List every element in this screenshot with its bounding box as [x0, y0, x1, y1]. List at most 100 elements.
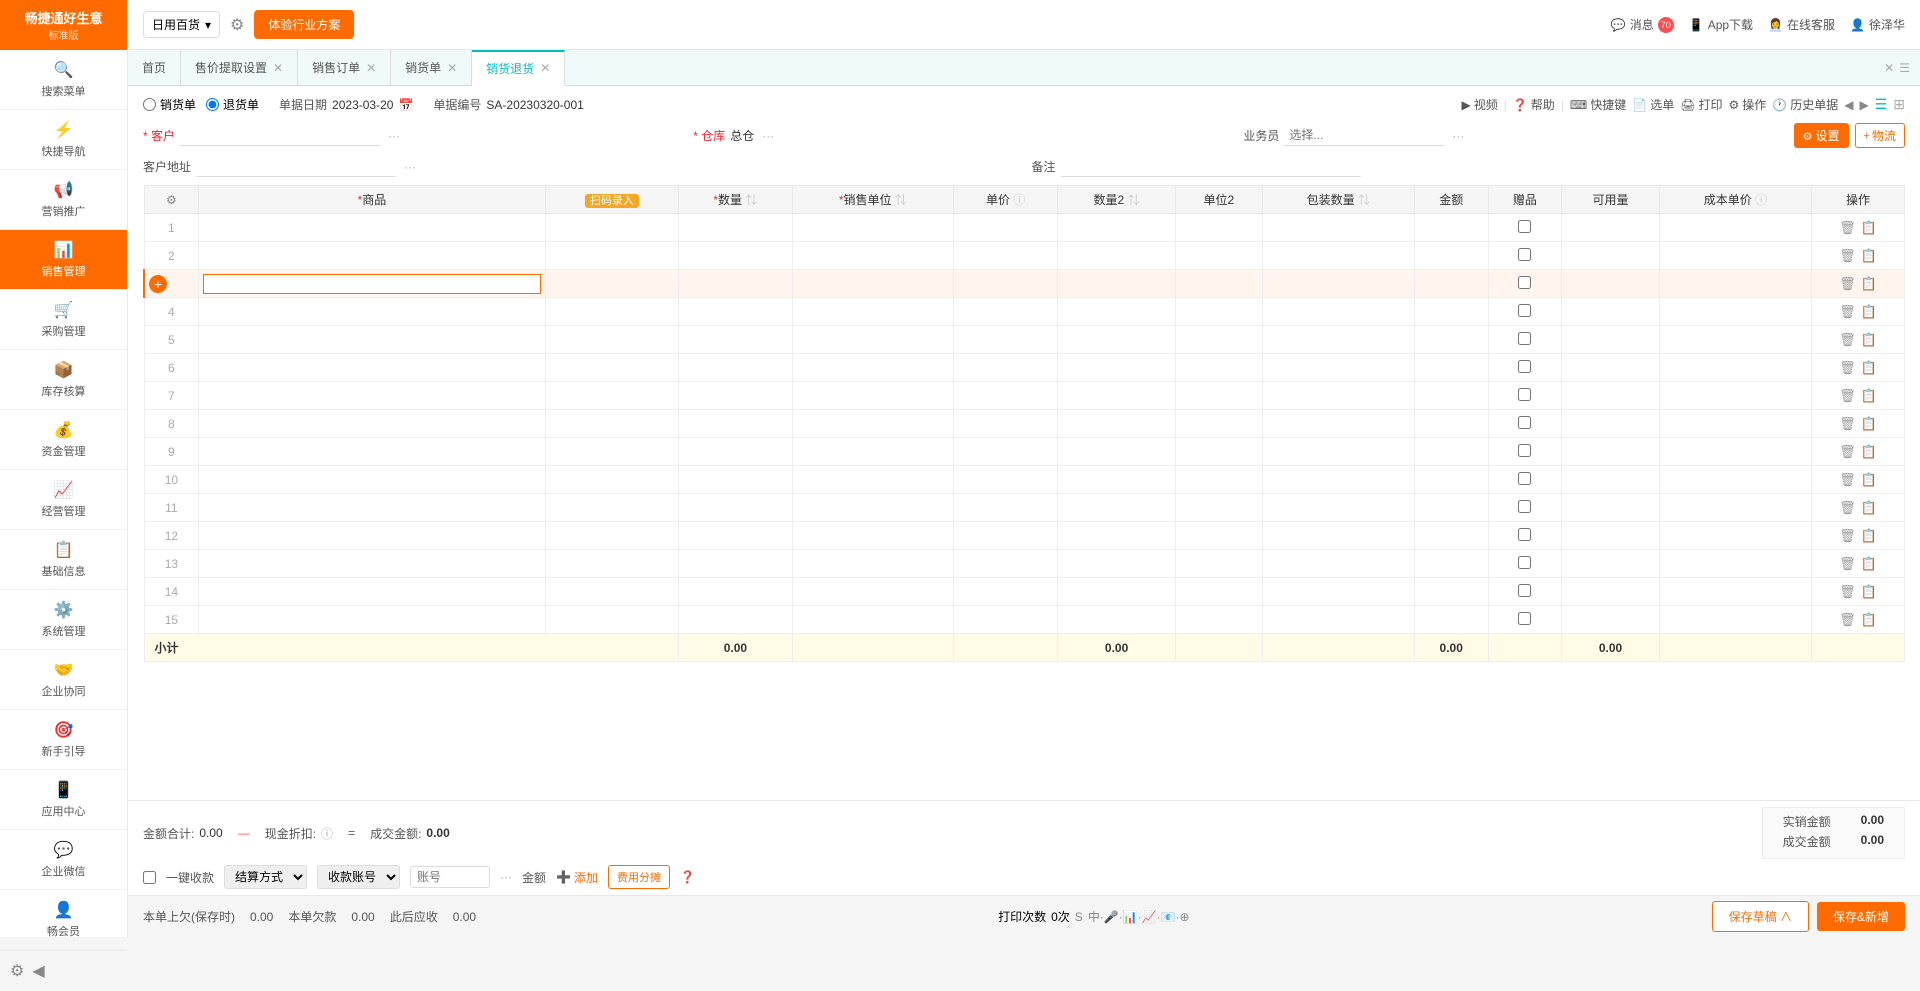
qty-cell-active[interactable] — [679, 270, 793, 298]
sidebar-item-search[interactable]: 🔍 搜索菜单 — [0, 50, 127, 110]
delete-icon[interactable]: 🗑 — [1839, 416, 1856, 432]
copy-icon[interactable]: 📋 — [1861, 472, 1877, 488]
sales-out-radio-input[interactable] — [143, 98, 156, 111]
copy-icon[interactable]: 📋 — [1861, 612, 1877, 628]
product-cell[interactable] — [199, 606, 545, 634]
delete-icon[interactable]: 🗑 — [1839, 472, 1856, 488]
dots-icon[interactable]: ··· — [500, 870, 512, 884]
sidebar-item-shortcut[interactable]: ⚡ 快捷导航 — [0, 110, 127, 170]
tab-sales-out-close[interactable]: ✕ — [447, 61, 457, 75]
product-cell[interactable] — [199, 466, 545, 494]
delete-icon[interactable]: 🗑 — [1839, 304, 1856, 320]
sort-icon-unit[interactable]: ⇅ — [895, 193, 907, 207]
copy-icon[interactable]: 📋 — [1861, 248, 1877, 264]
experience-btn[interactable]: 体验行业方案 — [254, 10, 354, 39]
qty-cell[interactable] — [679, 242, 793, 270]
gift-checkbox[interactable] — [1518, 388, 1531, 401]
unit2-cell[interactable] — [1175, 242, 1262, 270]
sidebar-item-purchase[interactable]: 🛒 采购管理 — [0, 290, 127, 350]
user-item[interactable]: 👤 徐泽华 — [1850, 16, 1905, 33]
available-cell[interactable] — [1562, 242, 1660, 270]
sidebar-item-enterprise[interactable]: 🤝 企业协同 — [0, 650, 127, 710]
copy-icon[interactable]: 📋 — [1861, 556, 1877, 572]
cost-cell-active[interactable] — [1659, 270, 1811, 298]
warehouse-dots[interactable]: ··· — [762, 129, 774, 143]
qty2-cell[interactable] — [1058, 242, 1176, 270]
staff-input[interactable] — [1284, 125, 1444, 146]
product-input-active[interactable] — [203, 274, 540, 294]
toolbar-help[interactable]: ❓ 帮助 — [1513, 96, 1555, 113]
delete-icon[interactable]: 🗑 — [1839, 332, 1856, 348]
sidebar-item-finance[interactable]: 💰 资金管理 — [0, 410, 127, 470]
product-cell[interactable] — [199, 522, 545, 550]
pkgqty-cell-active[interactable] — [1262, 270, 1414, 298]
price-cell[interactable] — [954, 214, 1058, 242]
gift-checkbox[interactable] — [1518, 528, 1531, 541]
address-input[interactable] — [196, 156, 396, 177]
product-cell[interactable] — [199, 326, 545, 354]
sidebar-item-system[interactable]: ⚙️ 系统管理 — [0, 590, 127, 650]
toolbar-operation[interactable]: ⚙ 操作 — [1728, 96, 1766, 113]
add-row-button[interactable]: + — [149, 275, 167, 293]
gift-checkbox[interactable] — [1518, 556, 1531, 569]
delete-icon[interactable]: 🗑 — [1839, 360, 1856, 376]
delete-icon[interactable]: 🗑 — [1839, 500, 1856, 516]
account-select[interactable]: 收款账号 — [317, 865, 400, 889]
cost-cell[interactable] — [1659, 242, 1811, 270]
col-scan-header[interactable]: 扫码录入 — [545, 186, 678, 214]
remark-input[interactable] — [1061, 156, 1361, 177]
product-cell[interactable] — [199, 298, 545, 326]
toolbar-shortcut[interactable]: ⌨ 快捷键 — [1570, 96, 1626, 113]
gift-checkbox[interactable] — [1518, 304, 1531, 317]
copy-icon[interactable]: 📋 — [1861, 388, 1877, 404]
sales-out-radio[interactable]: 销货单 — [143, 96, 196, 113]
gift-checkbox[interactable] — [1518, 360, 1531, 373]
gift-checkbox[interactable] — [1518, 612, 1531, 625]
account-no-input[interactable] — [410, 866, 490, 888]
gift-checkbox[interactable] — [1518, 584, 1531, 597]
view-list-icon[interactable]: ☰ — [1875, 96, 1888, 113]
delete-icon[interactable]: 🗑 — [1839, 248, 1856, 264]
copy-icon[interactable]: 📋 — [1861, 500, 1877, 516]
sort-icon-pkg[interactable]: ⇅ — [1358, 193, 1370, 207]
settings-gear-icon[interactable]: ⚙ — [230, 15, 244, 35]
gift-checkbox[interactable] — [1518, 220, 1531, 233]
unit2-cell[interactable] — [1175, 214, 1262, 242]
gift-checkbox[interactable] — [1518, 332, 1531, 345]
copy-icon[interactable]: 📋 — [1861, 416, 1877, 432]
delete-icon[interactable]: 🗑 — [1839, 556, 1856, 572]
tab-sales-order-close[interactable]: ✕ — [366, 61, 376, 75]
industry-select[interactable]: 日用百货 ▾ — [143, 11, 220, 38]
pkgqty-cell[interactable] — [1262, 242, 1414, 270]
save-new-button[interactable]: 保存&新增 — [1817, 902, 1905, 931]
gift-checkbox[interactable] — [1518, 416, 1531, 429]
product-cell[interactable] — [199, 578, 545, 606]
amount-cell[interactable] — [1414, 214, 1488, 242]
unit-cell-active[interactable] — [792, 270, 953, 298]
tab-sales-return[interactable]: 销货退货 ✕ — [472, 50, 565, 86]
delete-icon[interactable]: 🗑 — [1839, 612, 1856, 628]
gift-checkbox[interactable] — [1518, 472, 1531, 485]
unit-cell[interactable] — [792, 214, 953, 242]
product-cell[interactable] — [199, 382, 545, 410]
nav-next-icon[interactable]: ▶ — [1859, 98, 1868, 112]
sidebar-item-newbie[interactable]: 🎯 新手引导 — [0, 710, 127, 770]
setting-button[interactable]: ⚙ 设置 — [1794, 123, 1849, 148]
product-cell[interactable] — [199, 494, 545, 522]
product-cell[interactable] — [199, 550, 545, 578]
message-item[interactable]: 💬 消息 70 — [1611, 16, 1674, 33]
copy-icon[interactable]: 📋 — [1861, 332, 1877, 348]
sort-icon-qty[interactable]: ⇅ — [745, 193, 757, 207]
tab-price-set-close[interactable]: ✕ — [273, 61, 283, 75]
copy-icon[interactable]: 📋 — [1861, 220, 1877, 236]
customer-input[interactable] — [180, 125, 380, 146]
sort-icon-qty2[interactable]: ⇅ — [1128, 193, 1140, 207]
pkgqty-cell[interactable] — [1262, 214, 1414, 242]
tab-sales-order[interactable]: 销售订单 ✕ — [298, 50, 391, 86]
gift-checkbox-active[interactable] — [1518, 276, 1531, 289]
col-setting-header[interactable]: ⚙ — [144, 186, 199, 214]
col-setting-icon[interactable]: ⚙ — [166, 193, 177, 207]
toolbar-print[interactable]: 🖨 打印 — [1680, 96, 1722, 113]
sidebar-item-sales[interactable]: 📊 销售管理 — [0, 230, 127, 290]
customer-dots[interactable]: ··· — [388, 129, 400, 143]
